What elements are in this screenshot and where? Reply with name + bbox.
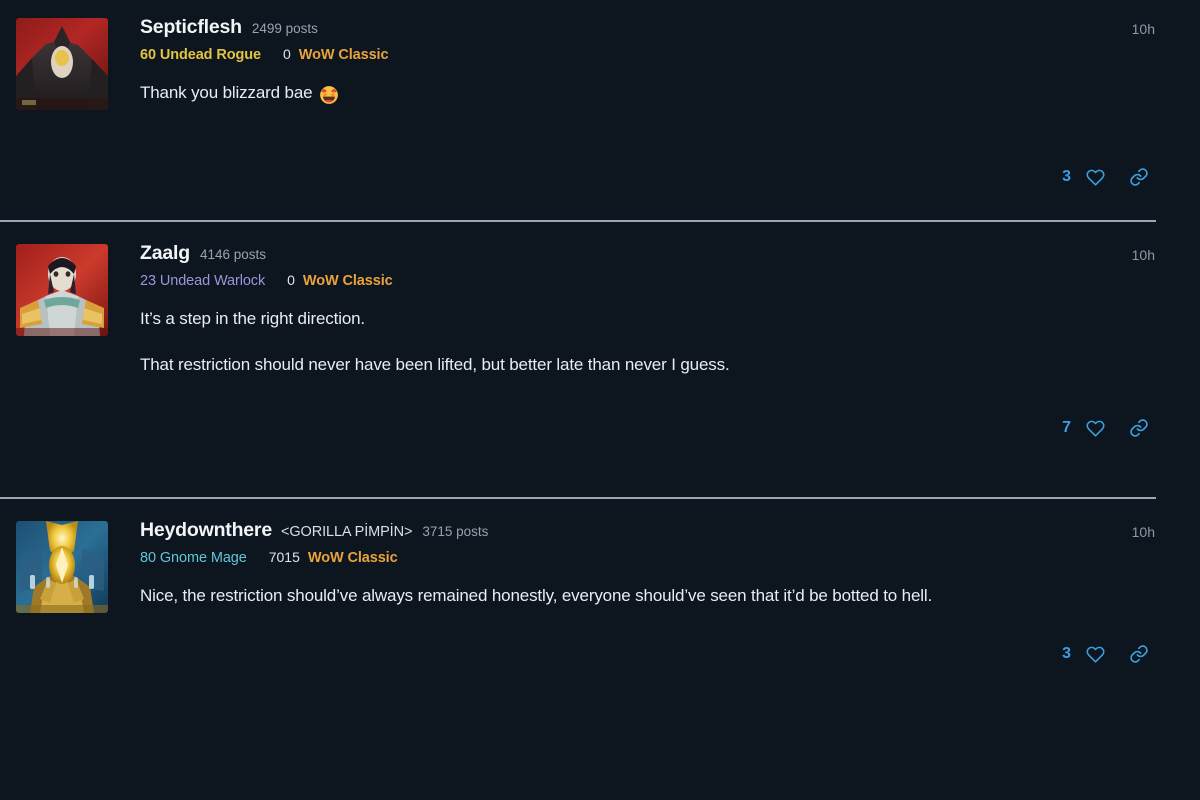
- heart-icon[interactable]: [1080, 639, 1110, 669]
- forum-thread: 10h Septicflesh 2499 posts 60 Undead Rog…: [0, 0, 1200, 800]
- post-author-meta: Heydownthere <GORILLA PİMPİN> 3715 posts: [140, 521, 1155, 541]
- author-username[interactable]: Septicflesh: [140, 17, 242, 38]
- game-label: WoW Classic: [298, 46, 389, 63]
- post-content: 10h Heydownthere <GORILLA PİMPİN> 3715 p…: [108, 521, 1155, 609]
- post-text: It’s a step in the right direction. That…: [140, 307, 1155, 377]
- star-struck-emoji: [319, 85, 339, 106]
- post-text: Nice, the restriction should’ve always r…: [140, 584, 1155, 609]
- undead-warlock-avatar-image: [16, 244, 108, 336]
- forum-post: 10h Zaalg 4146 posts 23 Undead Warlock 0…: [0, 222, 1200, 497]
- post-content: 10h Zaalg 4146 posts 23 Undead Warlock 0…: [108, 243, 1155, 377]
- author-username[interactable]: Zaalg: [140, 243, 190, 264]
- post-paragraph: It’s a step in the right direction.: [140, 309, 366, 328]
- author-character-meta: 60 Undead Rogue 0 WoW Classic: [140, 47, 1155, 63]
- post-paragraph: Nice, the restriction should’ve always r…: [140, 586, 933, 606]
- heart-icon[interactable]: [1080, 413, 1110, 443]
- author-character-meta: 80 Gnome Mage 7015 WoW Classic: [140, 550, 1155, 566]
- forum-post: 10h Heydownthere <GORILLA PİMPİN> 3715 p…: [0, 499, 1200, 669]
- heart-icon[interactable]: [1080, 162, 1110, 192]
- post-timestamp[interactable]: 10h: [1132, 524, 1155, 540]
- link-icon[interactable]: [1124, 639, 1154, 669]
- post-timestamp[interactable]: 10h: [1132, 21, 1155, 37]
- post-paragraph: That restriction should never have been …: [140, 354, 730, 374]
- post-actions: 3: [0, 162, 1200, 192]
- character-name: 23 Undead Warlock: [140, 272, 266, 289]
- character-name: 60 Undead Rogue: [140, 46, 261, 63]
- post-paragraph: Thank you blizzard bae: [140, 81, 1155, 110]
- post-timestamp[interactable]: 10h: [1132, 247, 1155, 263]
- author-guild-tag: <GORILLA PİMPİN>: [280, 524, 413, 541]
- author-post-count: 2499 posts: [251, 21, 318, 36]
- game-label: WoW Classic: [307, 549, 398, 566]
- avatar[interactable]: [16, 244, 108, 336]
- avatar[interactable]: [16, 18, 108, 110]
- author-post-count: 4146 posts: [199, 247, 266, 262]
- author-post-count: 3715 posts: [422, 524, 489, 540]
- author-username[interactable]: Heydownthere: [140, 521, 272, 541]
- gnome-mage-avatar-image: [16, 521, 108, 614]
- post-content: 10h Septicflesh 2499 posts 60 Undead Rog…: [108, 17, 1155, 110]
- post-actions: 3: [0, 639, 1200, 669]
- like-count[interactable]: 3: [1062, 169, 1071, 185]
- game-label: WoW Classic: [302, 272, 393, 289]
- like-count[interactable]: 3: [1062, 646, 1071, 662]
- link-icon[interactable]: [1124, 162, 1154, 192]
- post-author-meta: Septicflesh 2499 posts: [140, 17, 1155, 38]
- character-name: 80 Gnome Mage: [140, 549, 247, 566]
- author-character-meta: 23 Undead Warlock 0 WoW Classic: [140, 273, 1155, 289]
- post-author-meta: Zaalg 4146 posts: [140, 243, 1155, 264]
- link-icon[interactable]: [1124, 413, 1154, 443]
- achievement-points: 7015: [268, 548, 300, 565]
- forum-post: 10h Septicflesh 2499 posts 60 Undead Rog…: [0, 0, 1200, 220]
- achievement-points: 0: [282, 45, 291, 62]
- avatar[interactable]: [16, 521, 108, 614]
- undead-rogue-avatar-image: [16, 18, 108, 110]
- post-text: Thank you blizzard bae: [140, 81, 1155, 110]
- achievement-points: 0: [287, 271, 295, 288]
- post-actions: 7: [0, 413, 1200, 443]
- like-count[interactable]: 7: [1062, 420, 1071, 436]
